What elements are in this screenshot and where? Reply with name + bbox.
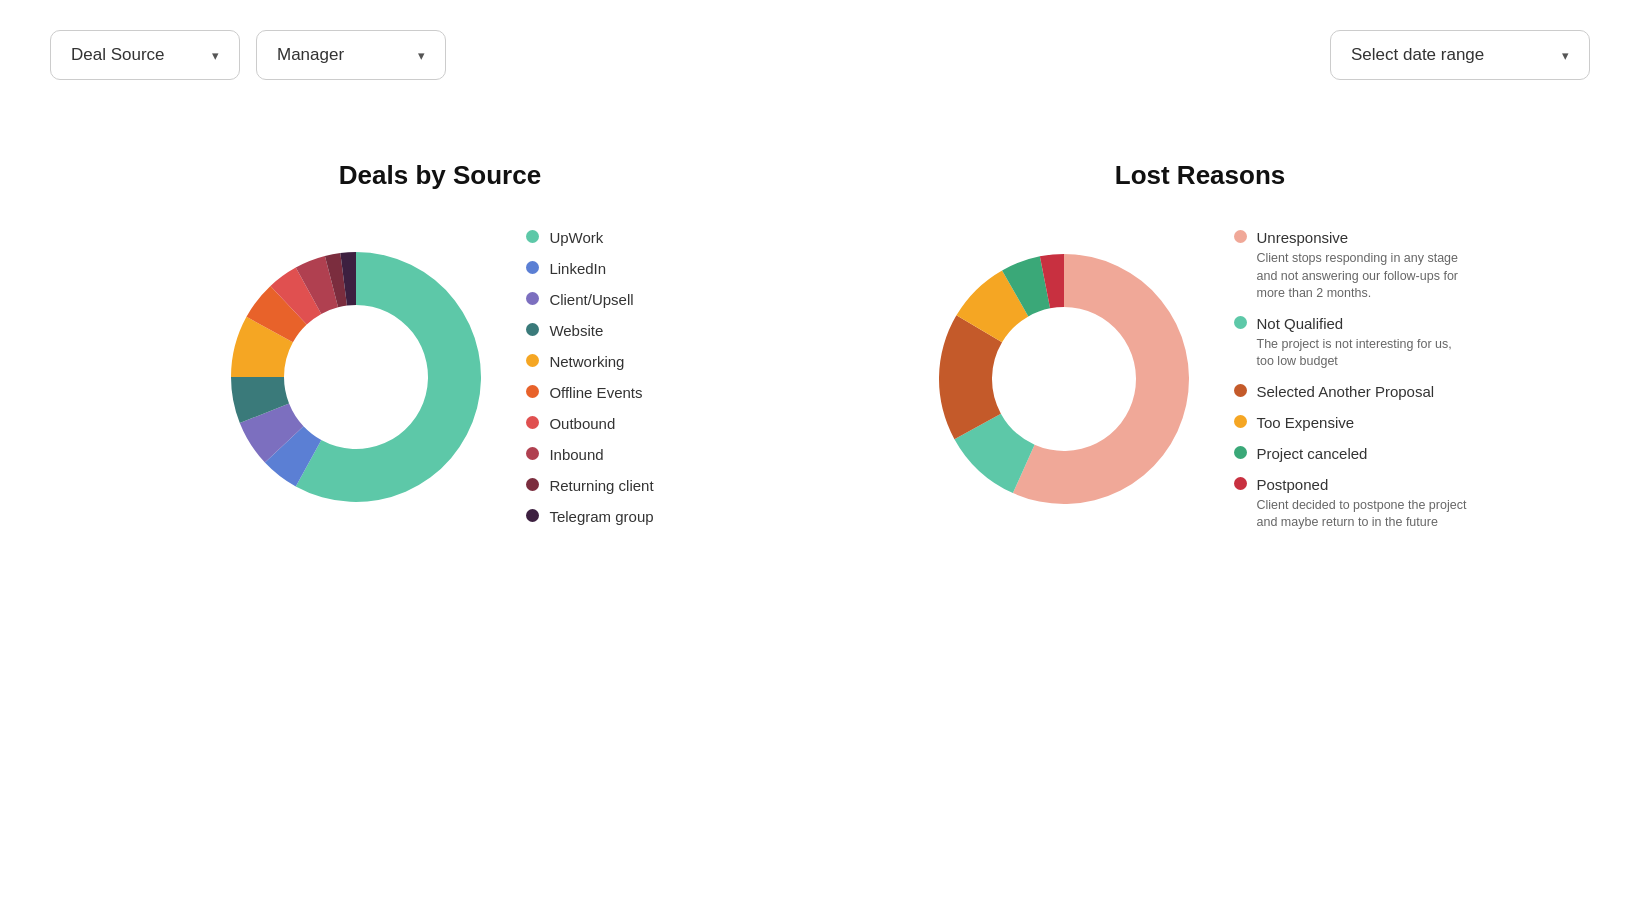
legend-text: UpWork — [549, 227, 603, 248]
legend-text: Offline Events — [549, 382, 642, 403]
deal-source-dropdown[interactable]: Deal Source ▾ — [50, 30, 240, 80]
lost-reasons-section: Lost Reasons UnresponsiveClient stops re… — [835, 160, 1565, 532]
lost-reasons-title: Lost Reasons — [1115, 160, 1286, 191]
date-range-chevron-icon: ▾ — [1562, 48, 1569, 63]
legend-text: Too Expensive — [1257, 412, 1355, 433]
legend-color-dot — [1234, 477, 1247, 490]
legend-color-dot — [526, 447, 539, 460]
legend-label: Client/Upsell — [549, 289, 633, 310]
legend-description: Client stops responding in any stage and… — [1257, 250, 1467, 303]
legend-color-dot — [526, 509, 539, 522]
legend-label: Networking — [549, 351, 624, 372]
legend-label: Project canceled — [1257, 443, 1368, 464]
legend-label: Selected Another Proposal — [1257, 381, 1435, 402]
deal-source-chevron-icon: ▾ — [212, 48, 219, 63]
legend-color-dot — [1234, 384, 1247, 397]
legend-item: Outbound — [526, 413, 653, 434]
legend-label: Offline Events — [549, 382, 642, 403]
manager-label: Manager — [277, 45, 344, 65]
legend-label: Inbound — [549, 444, 603, 465]
legend-item: Networking — [526, 351, 653, 372]
legend-color-dot — [526, 323, 539, 336]
legend-label: LinkedIn — [549, 258, 606, 279]
legend-label: UpWork — [549, 227, 603, 248]
legend-label: Too Expensive — [1257, 412, 1355, 433]
filter-dropdowns: Deal Source ▾ Manager ▾ — [50, 30, 446, 80]
legend-description: Client decided to postpone the project a… — [1257, 497, 1467, 532]
legend-color-dot — [526, 385, 539, 398]
legend-text: Website — [549, 320, 603, 341]
manager-dropdown[interactable]: Manager ▾ — [256, 30, 446, 80]
legend-text: LinkedIn — [549, 258, 606, 279]
legend-description: The project is not interesting for us, t… — [1257, 336, 1467, 371]
manager-chevron-icon: ▾ — [418, 48, 425, 63]
lost-reasons-donut — [934, 249, 1194, 509]
legend-item: PostponedClient decided to postpone the … — [1234, 474, 1467, 532]
deals-by-source-legend: UpWork LinkedIn Client/Upsell Website Networ… — [526, 227, 653, 527]
legend-text: Outbound — [549, 413, 615, 434]
legend-item: Website — [526, 320, 653, 341]
legend-color-dot — [526, 292, 539, 305]
legend-label: Website — [549, 320, 603, 341]
legend-text: PostponedClient decided to postpone the … — [1257, 474, 1467, 532]
legend-label: Postponed — [1257, 474, 1467, 495]
deals-by-source-content: UpWork LinkedIn Client/Upsell Website Networ… — [226, 227, 653, 527]
legend-color-dot — [526, 416, 539, 429]
legend-color-dot — [1234, 230, 1247, 243]
legend-item: Client/Upsell — [526, 289, 653, 310]
date-range-label: Select date range — [1351, 45, 1484, 65]
legend-item: Project canceled — [1234, 443, 1467, 464]
legend-color-dot — [526, 478, 539, 491]
legend-item: Offline Events — [526, 382, 653, 403]
legend-text: Client/Upsell — [549, 289, 633, 310]
legend-item: Not QualifiedThe project is not interest… — [1234, 313, 1467, 371]
legend-text: UnresponsiveClient stops responding in a… — [1257, 227, 1467, 303]
legend-color-dot — [1234, 316, 1247, 329]
legend-label: Outbound — [549, 413, 615, 434]
legend-text: Inbound — [549, 444, 603, 465]
deals-by-source-svg — [226, 247, 486, 507]
legend-label: Unresponsive — [1257, 227, 1467, 248]
deals-by-source-section: Deals by Source UpWork LinkedIn Client/Ups… — [75, 160, 805, 527]
legend-item: Inbound — [526, 444, 653, 465]
legend-item: Selected Another Proposal — [1234, 381, 1467, 402]
legend-text: Selected Another Proposal — [1257, 381, 1435, 402]
legend-color-dot — [1234, 446, 1247, 459]
legend-item: Telegram group — [526, 506, 653, 527]
legend-text: Not QualifiedThe project is not interest… — [1257, 313, 1467, 371]
legend-color-dot — [526, 354, 539, 367]
page-header: Deal Source ▾ Manager ▾ Select date rang… — [0, 0, 1640, 80]
lost-reasons-svg — [934, 249, 1194, 509]
legend-text: Project canceled — [1257, 443, 1368, 464]
legend-color-dot — [526, 261, 539, 274]
deals-by-source-title: Deals by Source — [339, 160, 541, 191]
legend-item: LinkedIn — [526, 258, 653, 279]
charts-area: Deals by Source UpWork LinkedIn Client/Ups… — [0, 110, 1640, 532]
deal-source-label: Deal Source — [71, 45, 165, 65]
legend-item: Too Expensive — [1234, 412, 1467, 433]
legend-color-dot — [1234, 415, 1247, 428]
legend-label: Returning client — [549, 475, 653, 496]
legend-label: Telegram group — [549, 506, 653, 527]
legend-text: Networking — [549, 351, 624, 372]
legend-color-dot — [526, 230, 539, 243]
legend-item: UpWork — [526, 227, 653, 248]
legend-text: Telegram group — [549, 506, 653, 527]
lost-reasons-content: UnresponsiveClient stops responding in a… — [934, 227, 1467, 532]
legend-item: Returning client — [526, 475, 653, 496]
legend-item: UnresponsiveClient stops responding in a… — [1234, 227, 1467, 303]
deals-by-source-donut — [226, 247, 486, 507]
legend-text: Returning client — [549, 475, 653, 496]
legend-label: Not Qualified — [1257, 313, 1467, 334]
date-range-dropdown[interactable]: Select date range ▾ — [1330, 30, 1590, 80]
lost-reasons-legend: UnresponsiveClient stops responding in a… — [1234, 227, 1467, 532]
